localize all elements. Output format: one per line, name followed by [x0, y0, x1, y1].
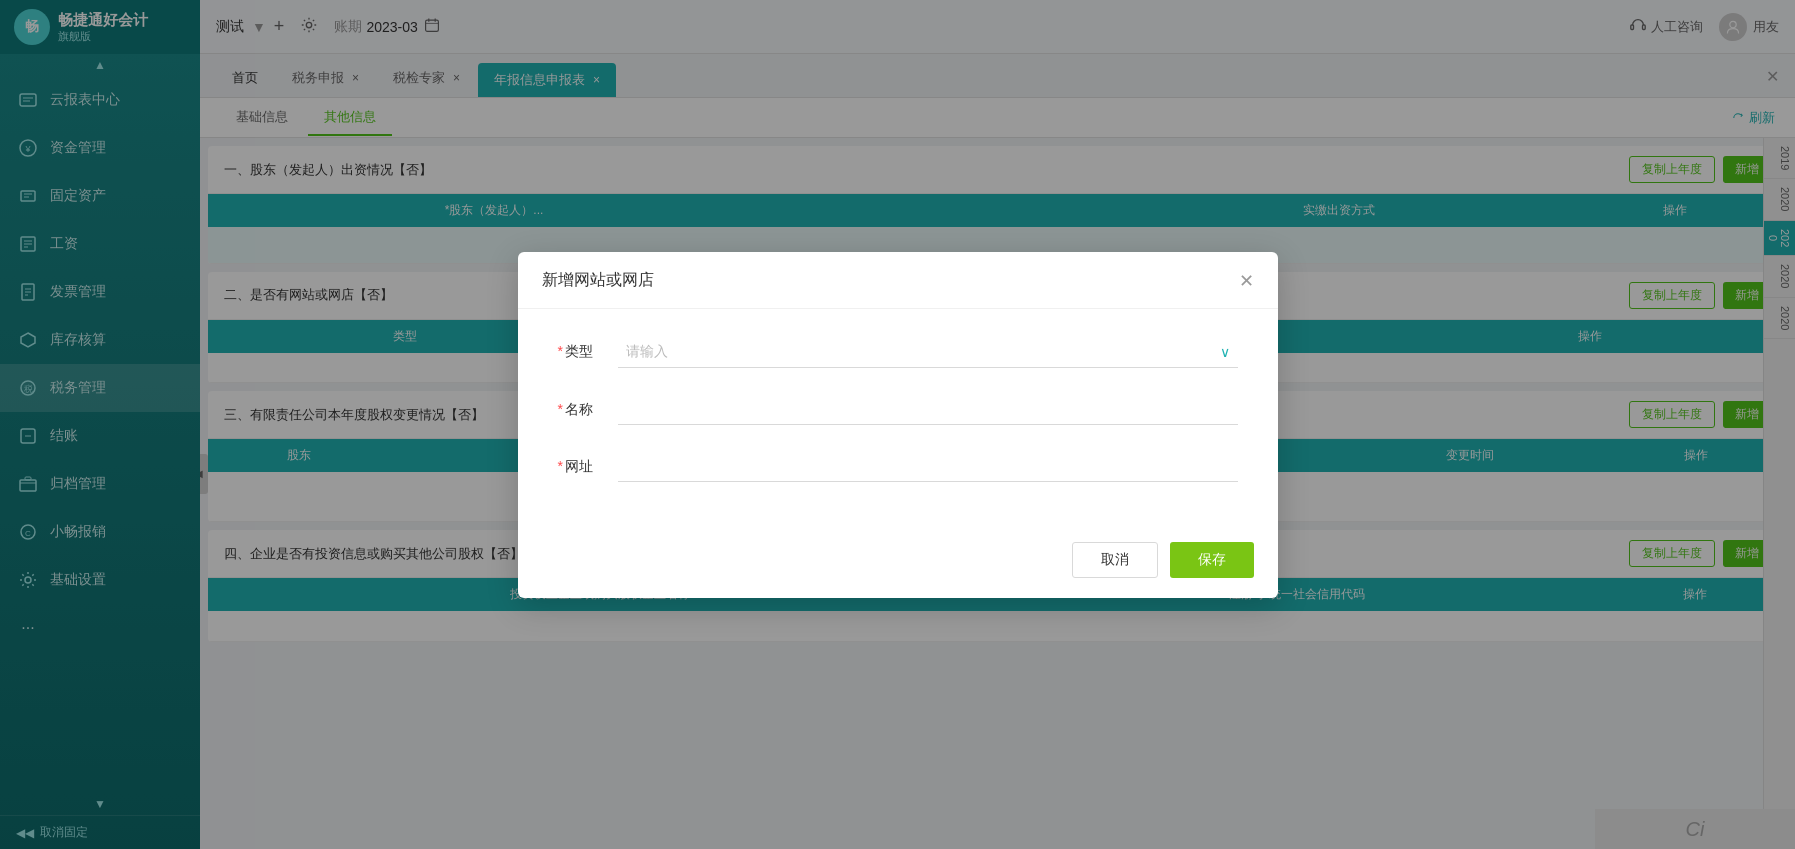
- url-label: *网址: [558, 458, 618, 476]
- cancel-button[interactable]: 取消: [1072, 542, 1158, 578]
- modal-field-name: *名称: [558, 396, 1238, 425]
- type-label: *类型: [558, 343, 618, 361]
- modal-field-url: *网址: [558, 453, 1238, 482]
- modal-header: 新增网站或网店 ✕: [518, 252, 1278, 309]
- type-dropdown-icon: ∨: [1220, 344, 1230, 360]
- modal-footer: 取消 保存: [518, 530, 1278, 598]
- save-button[interactable]: 保存: [1170, 542, 1254, 578]
- name-input[interactable]: [618, 396, 1238, 425]
- type-select[interactable]: 请输入 ∨: [618, 337, 1238, 368]
- add-website-modal: 新增网站或网店 ✕ *类型 请输入 ∨ *名称 *网址: [518, 252, 1278, 598]
- type-placeholder: 请输入: [626, 343, 1220, 361]
- modal-body: *类型 请输入 ∨ *名称 *网址: [518, 309, 1278, 530]
- modal-field-type: *类型 请输入 ∨: [558, 337, 1238, 368]
- modal-title: 新增网站或网店: [542, 270, 654, 291]
- name-label: *名称: [558, 401, 618, 419]
- url-input[interactable]: [618, 453, 1238, 482]
- modal-close-button[interactable]: ✕: [1239, 270, 1254, 292]
